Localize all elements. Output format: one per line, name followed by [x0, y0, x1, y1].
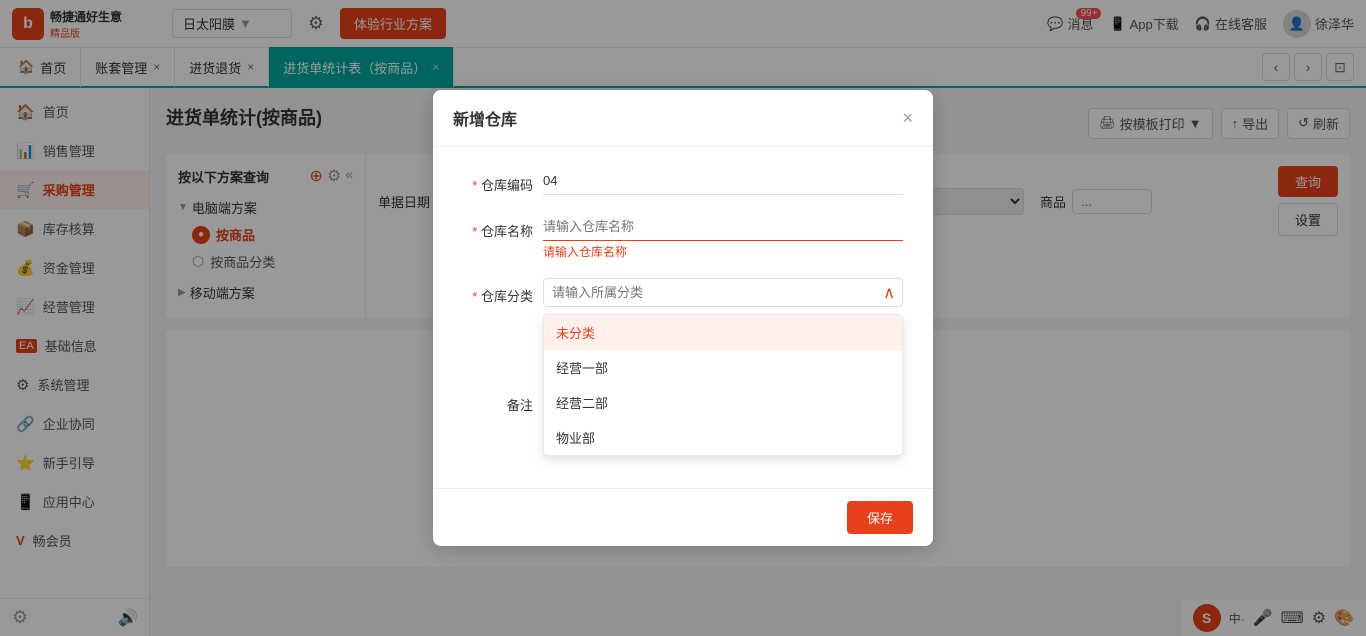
category-select-input[interactable] [543, 278, 903, 307]
form-row-name: * 仓库名称 请输入仓库名称 [463, 213, 903, 260]
warehouse-name-error: 请输入仓库名称 [543, 243, 903, 260]
warehouse-category-label: * 仓库分类 [463, 278, 543, 305]
warehouse-code-label: * 仓库编码 [463, 167, 543, 194]
dropdown-item-dept3[interactable]: 物业部 [544, 420, 902, 455]
dropdown-item-dept1[interactable]: 经营一部 [544, 350, 902, 385]
modal-backdrop: 新增仓库 × * 仓库编码 * 仓库名称 [0, 0, 1366, 636]
warehouse-code-control [543, 167, 903, 195]
warehouse-name-control: 请输入仓库名称 [543, 213, 903, 260]
required-star-2: * [472, 224, 477, 239]
remark-label: 备注 [463, 387, 543, 414]
form-row-category: * 仓库分类 ∧ 未分类 经营一部 经营二部 物业部 [463, 278, 903, 307]
save-button[interactable]: 保存 [847, 501, 913, 534]
modal-body: * 仓库编码 * 仓库名称 请输入仓库名称 [433, 147, 933, 488]
dropdown-item-dept2[interactable]: 经营二部 [544, 385, 902, 420]
warehouse-name-label: * 仓库名称 [463, 213, 543, 240]
dropdown-item-uncategorized[interactable]: 未分类 [544, 315, 902, 350]
category-dropdown: 未分类 经营一部 经营二部 物业部 [543, 314, 903, 456]
warehouse-code-input[interactable] [543, 167, 903, 195]
warehouse-category-control: ∧ 未分类 经营一部 经营二部 物业部 [543, 278, 903, 307]
modal-footer: 保存 [433, 488, 933, 546]
required-star-3: * [472, 289, 477, 304]
modal-title: 新增仓库 [453, 106, 517, 130]
add-warehouse-modal: 新增仓库 × * 仓库编码 * 仓库名称 [433, 90, 933, 546]
warehouse-name-input[interactable] [543, 213, 903, 241]
modal-close-btn[interactable]: × [902, 108, 913, 129]
required-star: * [472, 178, 477, 193]
form-row-code: * 仓库编码 [463, 167, 903, 195]
category-select-wrap: ∧ [543, 278, 903, 307]
modal-header: 新增仓库 × [433, 90, 933, 147]
